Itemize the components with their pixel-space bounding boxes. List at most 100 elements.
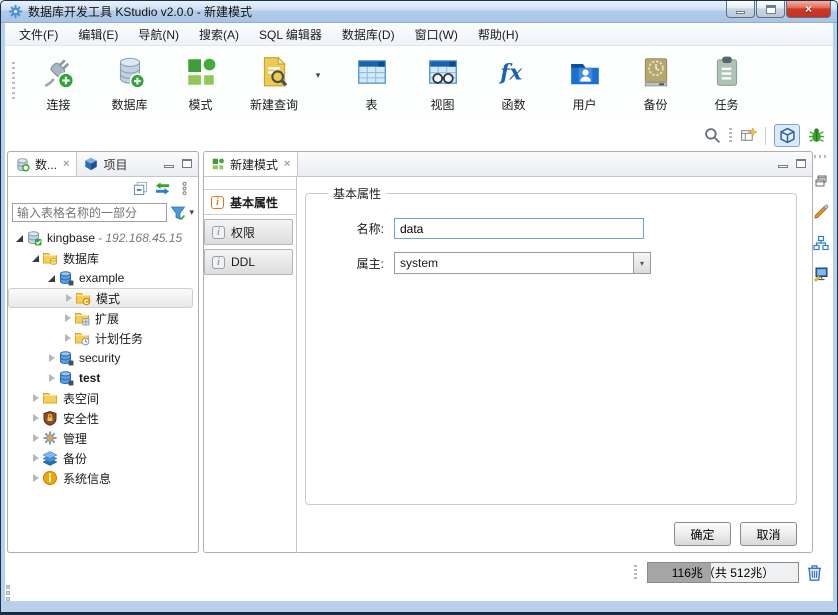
- app-window: 数据库开发工具 KStudio v2.0.0 - 新建模式 × 文件(F) 编辑…: [0, 0, 838, 615]
- tab-close-icon[interactable]: ×: [284, 158, 290, 170]
- restore-views-icon[interactable]: [813, 173, 829, 189]
- form-area: 基本属性 名称: 属主: system ▾: [297, 177, 812, 553]
- perspective-bar: [704, 122, 825, 149]
- tree-item-management[interactable]: 管理: [8, 428, 198, 448]
- section-basic-properties[interactable]: i 基本属性: [204, 189, 296, 215]
- tree-item-databases[interactable]: 数据库: [8, 248, 198, 268]
- toolbar-backup-button[interactable]: 备份: [620, 55, 691, 113]
- link-with-editor-icon[interactable]: [155, 181, 170, 196]
- toolbar-user-button[interactable]: 用户: [549, 55, 620, 113]
- toolbar-new-query-button[interactable]: 新建查询: [236, 55, 312, 113]
- collapse-arrow-icon[interactable]: [29, 474, 42, 482]
- main-area: 数... × 项目 ▾: [5, 151, 833, 553]
- minimize-button[interactable]: [726, 1, 755, 18]
- toolbar-grip[interactable]: [12, 62, 15, 102]
- search-icon[interactable]: [704, 127, 721, 144]
- collapse-arrow-icon[interactable]: [61, 334, 74, 342]
- tree-item-security[interactable]: 安全性: [8, 408, 198, 428]
- tree-item-example[interactable]: example: [8, 268, 198, 288]
- pen-tool-icon[interactable]: [813, 204, 829, 220]
- toolbar-view-button[interactable]: 视图: [407, 55, 478, 113]
- owner-select[interactable]: system ▾: [394, 252, 651, 274]
- network-view-icon[interactable]: [813, 235, 829, 251]
- tree-item-kingbase[interactable]: kingbase - 192.168.45.15: [8, 228, 198, 248]
- tab-project[interactable]: 项目: [77, 152, 134, 176]
- collapse-arrow-icon[interactable]: [62, 294, 75, 302]
- collapse-arrow-icon[interactable]: [61, 314, 74, 322]
- collapse-arrow-icon[interactable]: [29, 434, 42, 442]
- group-title: 基本属性: [328, 185, 386, 202]
- tree-item-extension[interactable]: 扩展: [8, 308, 198, 328]
- status-grip[interactable]: [634, 565, 637, 581]
- memory-usage-text: 116兆（共 512兆）: [648, 563, 798, 582]
- section-ddl[interactable]: i DDL: [204, 249, 293, 275]
- database-folder-icon: [42, 250, 58, 266]
- debug-bug-icon[interactable]: [808, 127, 825, 144]
- owner-row: 属主: system ▾: [332, 252, 796, 274]
- filter-funnel-icon[interactable]: [170, 205, 186, 221]
- panel-maximize-icon[interactable]: [182, 159, 192, 168]
- collapse-arrow-icon[interactable]: [45, 354, 58, 362]
- menu-navigate[interactable]: 导航(N): [128, 23, 189, 46]
- database-tab-icon: [15, 157, 30, 172]
- function-icon: [497, 55, 531, 89]
- active-perspective-button[interactable]: [774, 124, 800, 147]
- toolbar-database-button[interactable]: 数据库: [94, 55, 165, 113]
- filter-dropdown-arrow[interactable]: ▾: [189, 207, 194, 218]
- menu-window[interactable]: 窗口(W): [405, 23, 468, 46]
- toolbar-task-button[interactable]: 任务: [691, 55, 762, 113]
- menu-edit[interactable]: 编辑(E): [68, 23, 128, 46]
- tree-item-test-db[interactable]: test: [8, 368, 198, 388]
- garbage-collect-trash-icon[interactable]: [805, 563, 824, 582]
- close-button[interactable]: ×: [786, 1, 831, 18]
- expand-arrow-icon[interactable]: [45, 275, 58, 282]
- open-perspective-icon[interactable]: [740, 127, 757, 144]
- strip-grip[interactable]: [814, 155, 829, 158]
- view-menu-icon[interactable]: [177, 181, 192, 196]
- panel-minimize-icon[interactable]: [778, 165, 788, 168]
- section-permissions[interactable]: i 权限: [204, 219, 293, 245]
- menu-file[interactable]: 文件(F): [9, 23, 68, 46]
- schema-name-input[interactable]: [394, 218, 644, 239]
- panel-minimize-icon[interactable]: [164, 165, 174, 168]
- tree-item-system-info[interactable]: 系统信息: [8, 468, 198, 488]
- ok-button[interactable]: 确定: [674, 522, 731, 546]
- extension-folder-icon: [74, 310, 90, 326]
- expand-arrow-icon[interactable]: [29, 255, 42, 262]
- tab-new-schema[interactable]: 新建模式 ×: [204, 152, 298, 176]
- monitor-view-icon[interactable]: [813, 266, 829, 282]
- toolbar-connect-button[interactable]: 连接: [23, 55, 94, 113]
- maximize-button[interactable]: [756, 1, 785, 18]
- tree-item-scheduled-tasks[interactable]: 计划任务: [8, 328, 198, 348]
- toolbar-table-button[interactable]: 表: [336, 55, 407, 113]
- menu-help[interactable]: 帮助(H): [468, 23, 529, 46]
- menu-database[interactable]: 数据库(D): [332, 23, 405, 46]
- collapse-arrow-icon[interactable]: [29, 414, 42, 422]
- collapse-arrow-icon[interactable]: [45, 374, 58, 382]
- close-icon: ×: [805, 2, 812, 16]
- perspective-grip[interactable]: [729, 128, 732, 143]
- tree-item-tablespace[interactable]: 表空间: [8, 388, 198, 408]
- menu-sql-editor[interactable]: SQL 编辑器: [249, 23, 332, 46]
- chevron-down-icon[interactable]: ▾: [633, 253, 650, 273]
- tree-item-security-db[interactable]: security: [8, 348, 198, 368]
- new-query-dropdown-arrow[interactable]: ▾: [312, 70, 324, 81]
- tab-close-icon[interactable]: ×: [63, 158, 69, 170]
- collapse-arrow-icon[interactable]: [29, 454, 42, 462]
- tree-item-schema[interactable]: 模式: [8, 288, 193, 308]
- toolbar-schema-button[interactable]: 模式: [165, 55, 236, 113]
- connect-icon: [42, 55, 76, 89]
- panel-maximize-icon[interactable]: [796, 159, 806, 168]
- cancel-button[interactable]: 取消: [740, 522, 797, 546]
- tree-item-backup[interactable]: 备份: [8, 448, 198, 468]
- menu-search[interactable]: 搜索(A): [189, 23, 249, 46]
- tab-database-navigator[interactable]: 数... ×: [8, 152, 77, 176]
- collapse-arrow-icon[interactable]: [29, 394, 42, 402]
- expand-arrow-icon[interactable]: [13, 235, 26, 242]
- toolbar-label: 连接: [46, 96, 70, 113]
- bottom-left-grip[interactable]: [6, 585, 10, 601]
- toolbar-function-button[interactable]: 函数: [478, 55, 549, 113]
- collapse-all-icon[interactable]: [133, 181, 148, 196]
- table-search-input[interactable]: [12, 203, 167, 222]
- title-bar[interactable]: 数据库开发工具 KStudio v2.0.0 - 新建模式: [1, 1, 837, 23]
